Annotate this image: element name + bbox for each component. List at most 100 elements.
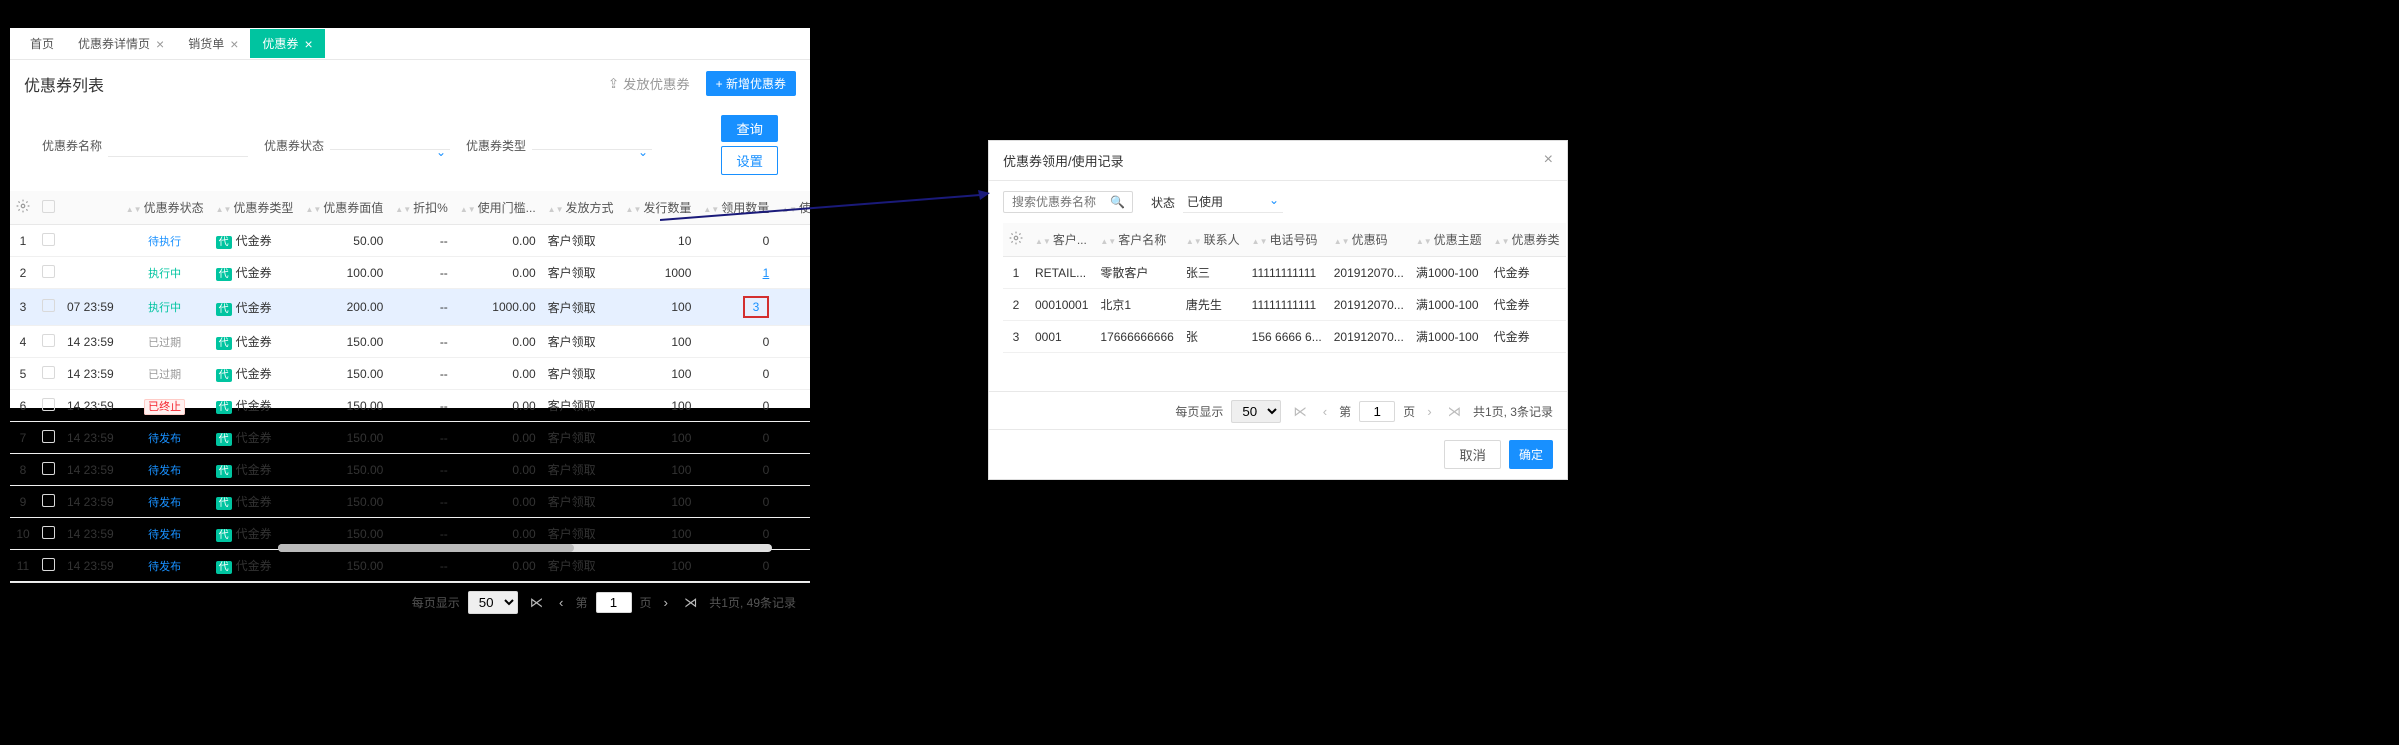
col-customer-code[interactable]: ▲▼客户...	[1029, 223, 1094, 257]
table-row[interactable]: 6 14 23:59 已终止 代代金券 150.00 -- 0.00 客户领取 …	[10, 390, 810, 422]
receive-count-link[interactable]: 1	[763, 266, 770, 280]
query-button[interactable]: 查询	[721, 115, 778, 142]
search-input[interactable]	[1012, 195, 1102, 209]
search-box[interactable]: 🔍	[1003, 191, 1133, 213]
col-label: 客户...	[1053, 233, 1087, 247]
cell-phone: 156 6666 6...	[1246, 321, 1328, 353]
table-row[interactable]: 7 14 23:59 待发布 代代金券 150.00 -- 0.00 客户领取 …	[10, 422, 810, 454]
col-discount[interactable]: ▲▼折扣%	[389, 191, 454, 225]
col-status[interactable]: ▲▼优惠券状态	[120, 191, 210, 225]
scrollbar-thumb[interactable]	[278, 544, 574, 552]
col-method[interactable]: ▲▼发放方式	[542, 191, 620, 225]
row-checkbox[interactable]	[36, 550, 61, 582]
tab-coupons[interactable]: 优惠券×	[250, 29, 324, 58]
table-row[interactable]: 2 执行中 代代金券 100.00 -- 0.00 客户领取 1000 1 0 …	[10, 257, 810, 289]
tab-sales[interactable]: 销货单×	[176, 29, 250, 58]
row-checkbox[interactable]	[36, 358, 61, 390]
table-row[interactable]: 3 07 23:59 执行中 代代金券 200.00 -- 1000.00 客户…	[10, 289, 810, 326]
col-check[interactable]	[36, 191, 61, 225]
coupon-name-input[interactable]	[108, 133, 248, 157]
col-subject[interactable]: ▲▼优惠主题	[1410, 223, 1488, 257]
dispatch-button[interactable]: ⇪发放优惠券	[600, 70, 698, 97]
coupon-type-select[interactable]: ⌄	[532, 141, 652, 150]
cell-use: 0	[775, 422, 810, 454]
row-checkbox[interactable]	[36, 454, 61, 486]
col-label: 发放方式	[566, 201, 614, 215]
col-receive[interactable]: ▲▼领用数量	[697, 191, 775, 225]
col-gear[interactable]	[10, 191, 36, 225]
ok-button[interactable]: 确定	[1509, 440, 1553, 469]
status-tag: 待发布	[145, 464, 184, 478]
col-customer-name[interactable]: ▲▼客户名称	[1094, 223, 1179, 257]
col-face[interactable]: ▲▼优惠券面值	[299, 191, 389, 225]
status-tag: 待执行	[145, 235, 184, 249]
table-row[interactable]: 1 待执行 代代金券 50.00 -- 0.00 客户领取 10 0 0 ⇱	[10, 225, 810, 257]
tab-detail[interactable]: 优惠券详情页 ×	[66, 29, 176, 58]
table-row[interactable]: 1 RETAIL... 零散客户 张三 11111111111 20191207…	[1003, 257, 1566, 289]
table-row[interactable]: 9 14 23:59 待发布 代代金券 150.00 -- 0.00 客户领取 …	[10, 486, 810, 518]
receive-count-highlighted[interactable]: 3	[743, 296, 770, 318]
col-contact[interactable]: ▲▼联系人	[1180, 223, 1246, 257]
row-number: 1	[1003, 257, 1029, 289]
col-coupon-type[interactable]: ▲▼优惠券类	[1488, 223, 1566, 257]
cell-contact: 张	[1180, 321, 1246, 353]
gear-icon	[16, 199, 30, 213]
col-coupon-code[interactable]: ▲▼优惠码	[1328, 223, 1410, 257]
table-row[interactable]: 11 14 23:59 待发布 代代金券 150.00 -- 0.00 客户领取…	[10, 550, 810, 582]
type-badge: 代	[216, 497, 232, 510]
page-last-button[interactable]: ⋊	[1444, 404, 1465, 420]
status-select[interactable]: 已使用⌄	[1183, 191, 1283, 213]
cell-time: 14 23:59	[61, 550, 120, 582]
row-checkbox[interactable]	[36, 225, 61, 257]
coupon-status-select[interactable]: ⌄	[330, 141, 450, 150]
row-checkbox[interactable]	[36, 390, 61, 422]
col-phone[interactable]: ▲▼电话号码	[1246, 223, 1328, 257]
row-checkbox[interactable]	[36, 289, 61, 326]
page-prev-button[interactable]: ‹	[555, 595, 567, 610]
col-gear[interactable]	[1003, 223, 1029, 257]
page-next-button[interactable]: ›	[1423, 404, 1435, 419]
filter-name: 优惠券名称	[42, 133, 248, 157]
per-page-select[interactable]: 50	[1231, 400, 1281, 423]
cell-time: 14 23:59	[61, 518, 120, 550]
close-icon[interactable]: ×	[230, 36, 238, 52]
page-input[interactable]	[596, 592, 632, 613]
page-last-button[interactable]: ⋊	[680, 595, 701, 611]
gear-icon	[1009, 231, 1023, 245]
tab-label: 优惠券详情页	[78, 35, 150, 52]
table-row[interactable]: 3 0001 17666666666 张 156 6666 6... 20191…	[1003, 321, 1566, 353]
search-icon[interactable]: 🔍	[1110, 195, 1125, 209]
table-row[interactable]: 4 14 23:59 已过期 代代金券 150.00 -- 0.00 客户领取 …	[10, 326, 810, 358]
close-icon[interactable]: ×	[156, 36, 164, 52]
col-type[interactable]: ▲▼优惠券类型	[210, 191, 300, 225]
tab-home[interactable]: 首页	[18, 29, 66, 58]
checkbox-icon	[42, 462, 55, 475]
horizontal-scrollbar[interactable]	[278, 544, 772, 552]
page-next-button[interactable]: ›	[660, 595, 672, 610]
row-checkbox[interactable]	[36, 257, 61, 289]
page-input[interactable]	[1359, 401, 1395, 422]
close-icon[interactable]: ×	[1544, 151, 1553, 170]
cell-method: 客户领取	[542, 225, 620, 257]
page-prev-button[interactable]: ‹	[1319, 404, 1331, 419]
sort-icon: ▲▼	[703, 206, 719, 214]
cell-type: 代代金券	[210, 225, 300, 257]
type-badge: 代	[216, 268, 232, 281]
row-checkbox[interactable]	[36, 486, 61, 518]
per-page-select[interactable]: 50	[468, 591, 518, 614]
page-first-button[interactable]: ⋉	[526, 595, 547, 611]
page-first-button[interactable]: ⋉	[1289, 404, 1310, 420]
table-row[interactable]: 8 14 23:59 待发布 代代金券 150.00 -- 0.00 客户领取 …	[10, 454, 810, 486]
col-threshold[interactable]: ▲▼使用门槛...	[454, 191, 542, 225]
row-checkbox[interactable]	[36, 326, 61, 358]
settings-button[interactable]: 设置	[721, 146, 778, 175]
table-row[interactable]: 2 00010001 北京1 唐先生 11111111111 201912070…	[1003, 289, 1566, 321]
row-checkbox[interactable]	[36, 422, 61, 454]
add-coupon-button[interactable]: + 新增优惠券	[706, 71, 796, 96]
close-icon[interactable]: ×	[304, 36, 312, 52]
col-issue[interactable]: ▲▼发行数量	[620, 191, 698, 225]
col-use[interactable]: ▲▼使用数量	[775, 191, 810, 225]
table-row[interactable]: 5 14 23:59 已过期 代代金券 150.00 -- 0.00 客户领取 …	[10, 358, 810, 390]
row-checkbox[interactable]	[36, 518, 61, 550]
cancel-button[interactable]: 取消	[1444, 440, 1501, 469]
